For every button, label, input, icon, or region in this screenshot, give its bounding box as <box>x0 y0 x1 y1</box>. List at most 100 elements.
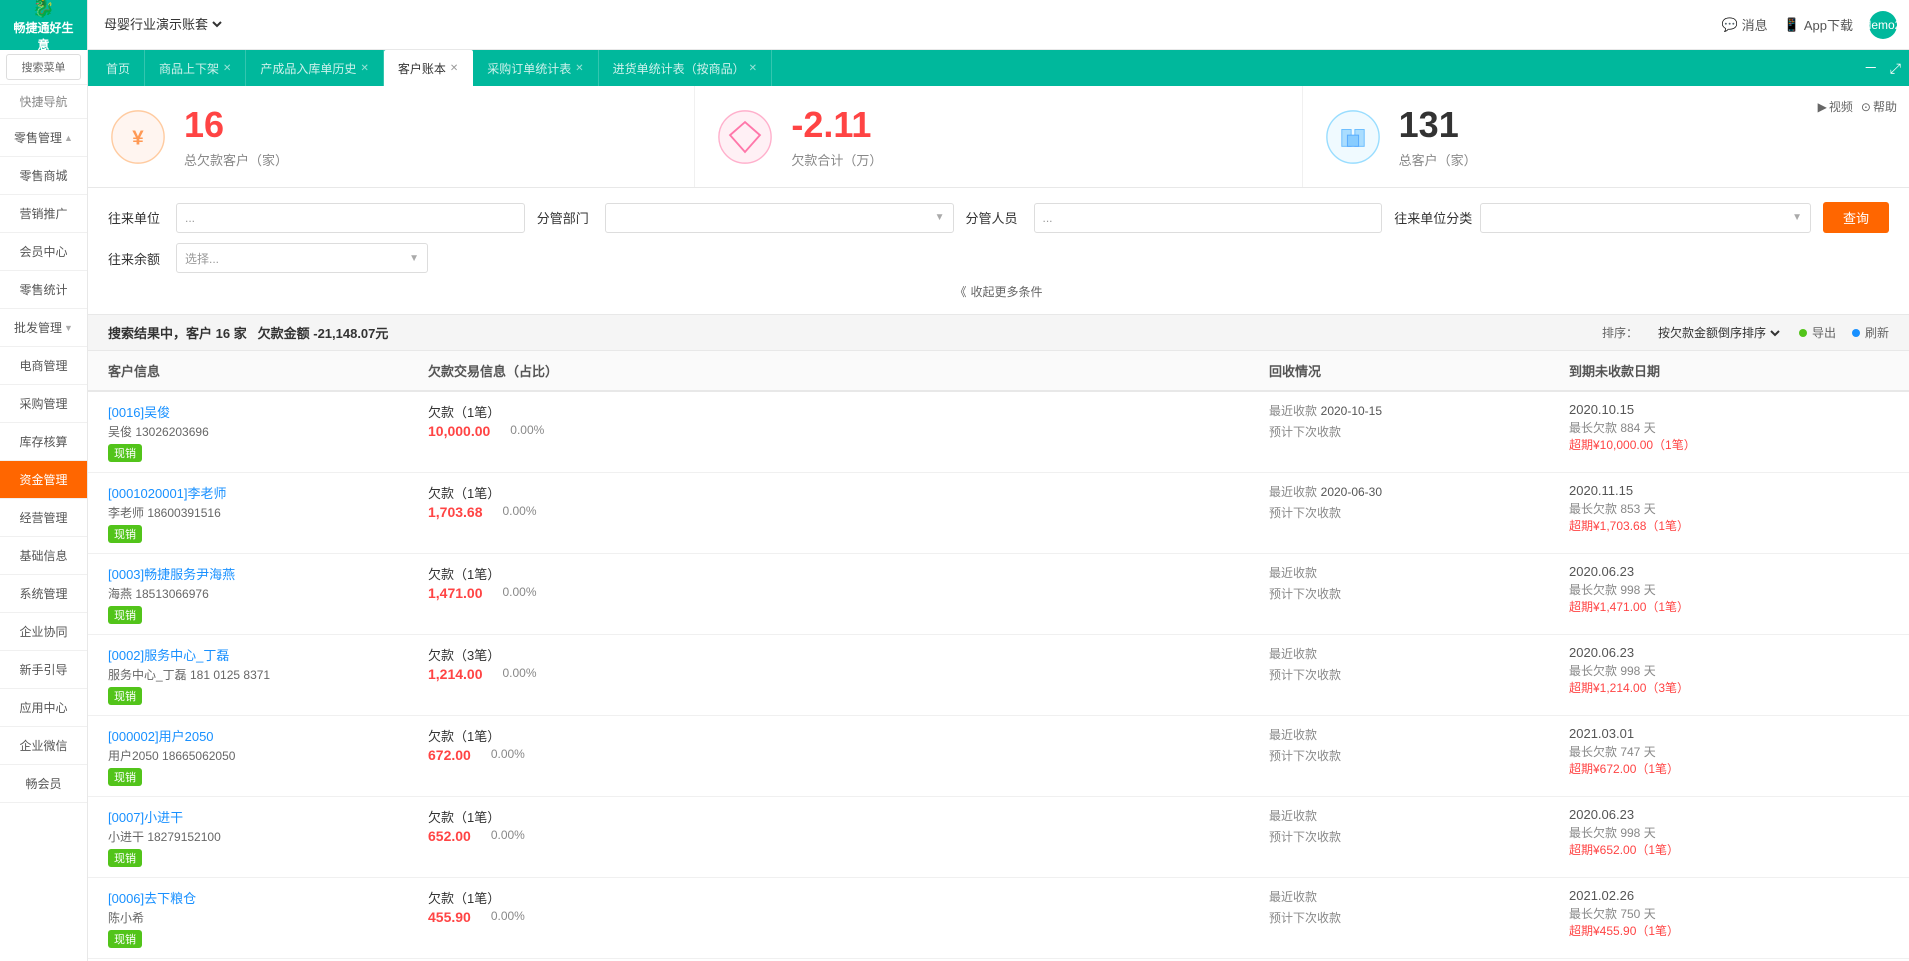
overdue-amount-2[interactable]: 超期¥1,471.00（1笔） <box>1569 598 1889 615</box>
stat-card-debt-customers: ¥ 16 总欠款客户（家） <box>88 86 695 187</box>
overdue-amount-5[interactable]: 超期¥652.00（1笔） <box>1569 841 1889 858</box>
collection-next-1: 预计下次收款 <box>1269 504 1569 521</box>
customer-name-5: 小进干 18279152100 <box>108 828 428 845</box>
help-action[interactable]: ⊙ 帮助 <box>1861 98 1897 115</box>
stat-info-debt-amount: -2.11 欠款合计（万） <box>791 104 1281 169</box>
customer-code-3[interactable]: [0002]服务中心_丁磊 <box>108 645 428 664</box>
refresh-button[interactable]: 刷新 <box>1852 324 1889 341</box>
overdue-info-5: 2020.06.23 最长欠款 998 天 超期¥652.00（1笔） <box>1569 807 1889 858</box>
sidebar-item-wholesale[interactable]: 批发管理▼ <box>0 309 87 347</box>
top-bar-right: 💬 消息 📱 App下载 demo2 <box>1721 11 1897 39</box>
tab-close-purchase-stats[interactable]: ✕ <box>575 63 583 74</box>
tab-close-production-history[interactable]: ✕ <box>360 63 368 74</box>
sidebar-item-retail-mall[interactable]: 零售商城 <box>0 157 87 195</box>
customer-name-3: 服务中心_丁磊 181 0125 8371 <box>108 666 428 683</box>
company-select[interactable]: 母婴行业演示账套 <box>100 16 225 33</box>
filter-select-balance[interactable]: 选择... ▼ <box>176 243 428 273</box>
tab-minimize-button[interactable]: － <box>1860 56 1882 80</box>
filter-input-unit[interactable]: ... <box>176 203 525 233</box>
tab-close-purchase-by-product[interactable]: ✕ <box>749 63 757 74</box>
filter-select-dept[interactable]: ▼ <box>605 203 954 233</box>
message-button[interactable]: 💬 消息 <box>1721 15 1767 34</box>
video-action[interactable]: ▶ 视频 <box>1818 98 1853 115</box>
sidebar-item-retail-mgmt[interactable]: 零售管理▲ <box>0 119 87 157</box>
sidebar-item-member[interactable]: 会员中心 <box>0 233 87 271</box>
search-button[interactable]: 查询 <box>1823 202 1889 233</box>
tab-purchase-by-product[interactable]: 进货单统计表（按商品） ✕ <box>599 50 772 86</box>
sort-select[interactable]: 按欠款金额倒序排序 <box>1654 325 1783 341</box>
filter-select-category[interactable]: ▼ <box>1480 203 1811 233</box>
quick-nav-label: 快捷导航 <box>19 95 67 109</box>
tabs-bar: 首页 商品上下架 ✕ 产成品入库单历史 ✕ 客户账本 ✕ 采购订单统计表 ✕ 进… <box>88 50 1909 86</box>
debt-row-0: 10,000.00 0.00% <box>428 421 1269 439</box>
tab-production-history[interactable]: 产成品入库单历史 ✕ <box>246 50 383 86</box>
sidebar-item-wechat[interactable]: 企业微信 <box>0 727 87 765</box>
results-bar: 搜索结果中，客户 16 家 欠款金额 -21,148.07元 排序： 按欠款金额… <box>88 315 1909 351</box>
customer-name-4: 用户2050 18665062050 <box>108 747 428 764</box>
debt-amount-4: 672.00 <box>428 747 471 763</box>
filter-group-unit: 往来单位 ... <box>108 203 525 233</box>
debt-amount-5: 652.00 <box>428 828 471 844</box>
tabs-bar-actions: － ⤢ <box>1860 56 1905 80</box>
customer-name-0: 吴俊 13026203696 <box>108 423 428 440</box>
collection-next-3: 预计下次收款 <box>1269 666 1569 683</box>
customer-code-1[interactable]: [0001020001]李老师 <box>108 483 428 502</box>
sidebar-item-finance[interactable]: 资金管理 <box>0 461 87 499</box>
sidebar-item-guide[interactable]: 新手引导 <box>0 651 87 689</box>
overdue-amount-0[interactable]: 超期¥10,000.00（1笔） <box>1569 436 1889 453</box>
customer-name-1: 李老师 18600391516 <box>108 504 428 521</box>
table-row: [0007]小进干 小进干 18279152100 现销 欠款（1笔） 652.… <box>88 797 1909 878</box>
tab-close-product-listing[interactable]: ✕ <box>223 63 231 74</box>
sidebar-item-member-plus[interactable]: 畅会员 <box>0 765 87 803</box>
overdue-amount-4[interactable]: 超期¥672.00（1笔） <box>1569 760 1889 777</box>
sidebar-item-enterprise[interactable]: 企业协同 <box>0 613 87 651</box>
sidebar-item-system[interactable]: 系统管理 <box>0 575 87 613</box>
chevron-down-icon3: ▼ <box>409 253 419 264</box>
debt-count-6: 欠款（1笔） <box>428 888 1269 907</box>
sidebar-item-purchase[interactable]: 采购管理 <box>0 385 87 423</box>
collapse-filter-button[interactable]: 《 收起更多条件 <box>108 283 1889 300</box>
debt-row-3: 1,214.00 0.00% <box>428 664 1269 682</box>
results-actions: 排序： 按欠款金额倒序排序 导出 刷新 <box>1602 324 1889 341</box>
avatar[interactable]: demo2 <box>1869 11 1897 39</box>
overdue-amount-1[interactable]: 超期¥1,703.68（1笔） <box>1569 517 1889 534</box>
customer-code-5[interactable]: [0007]小进干 <box>108 807 428 826</box>
tab-product-listing[interactable]: 商品上下架 ✕ <box>145 50 246 86</box>
collection-label-6: 最近收款 <box>1269 890 1317 904</box>
collection-info-3: 最近收款 预计下次收款 <box>1269 645 1569 683</box>
debt-ratio-3: 0.00% <box>503 666 537 680</box>
customer-info-1: [0001020001]李老师 李老师 18600391516 现销 <box>108 483 428 543</box>
debt-count-4: 欠款（1笔） <box>428 726 1269 745</box>
export-button[interactable]: 导出 <box>1799 324 1836 341</box>
filter-input-person[interactable]: ... <box>1034 203 1383 233</box>
sidebar-item-basic-info[interactable]: 基础信息 <box>0 537 87 575</box>
sidebar-item-ecommerce[interactable]: 电商管理 <box>0 347 87 385</box>
sidebar-nav: 零售管理▲ 零售商城 营销推广 会员中心 零售统计 批发管理▼ 电商管理 采购管… <box>0 119 87 961</box>
customer-tag-1: 现销 <box>108 525 142 543</box>
overdue-days-6: 最长欠款 750 天 <box>1569 905 1889 922</box>
tab-purchase-stats[interactable]: 采购订单统计表 ✕ <box>473 50 598 86</box>
sidebar-item-operation[interactable]: 经营管理 <box>0 499 87 537</box>
customer-code-0[interactable]: [0016]吴俊 <box>108 402 428 421</box>
sidebar-item-retail-stats[interactable]: 零售统计 <box>0 271 87 309</box>
app-download-button[interactable]: 📱 App下载 <box>1784 15 1853 34</box>
stat-label-debt-customers: 总欠款客户（家） <box>184 150 674 169</box>
tab-close-customer-account[interactable]: ✕ <box>450 63 458 74</box>
stat-card-debt-amount: -2.11 欠款合计（万） <box>695 86 1302 187</box>
overdue-amount-3[interactable]: 超期¥1,214.00（3笔） <box>1569 679 1889 696</box>
col-header-overdue: 到期未收款日期 <box>1569 361 1889 380</box>
search-menu-button[interactable]: 搜索菜单 <box>6 54 81 80</box>
sidebar-item-marketing[interactable]: 营销推广 <box>0 195 87 233</box>
filter-group-category: 往来单位分类 ▼ <box>1394 203 1811 233</box>
overdue-amount-6[interactable]: 超期¥455.90（1笔） <box>1569 922 1889 939</box>
tab-customer-account[interactable]: 客户账本 ✕ <box>384 50 473 86</box>
customer-code-2[interactable]: [0003]畅捷服务尹海燕 <box>108 564 428 583</box>
sidebar-item-app-center[interactable]: 应用中心 <box>0 689 87 727</box>
sidebar-item-inventory[interactable]: 库存核算 <box>0 423 87 461</box>
customer-code-6[interactable]: [0006]去下粮仓 <box>108 888 428 907</box>
data-table: 客户信息 欠款交易信息（占比） 回收情况 到期未收款日期 [0016]吴俊 吴俊… <box>88 351 1909 961</box>
tab-home[interactable]: 首页 <box>92 50 145 86</box>
customer-code-4[interactable]: [000002]用户2050 <box>108 726 428 745</box>
customer-tag-6: 现销 <box>108 930 142 948</box>
tab-maximize-button[interactable]: ⤢ <box>1886 58 1905 79</box>
